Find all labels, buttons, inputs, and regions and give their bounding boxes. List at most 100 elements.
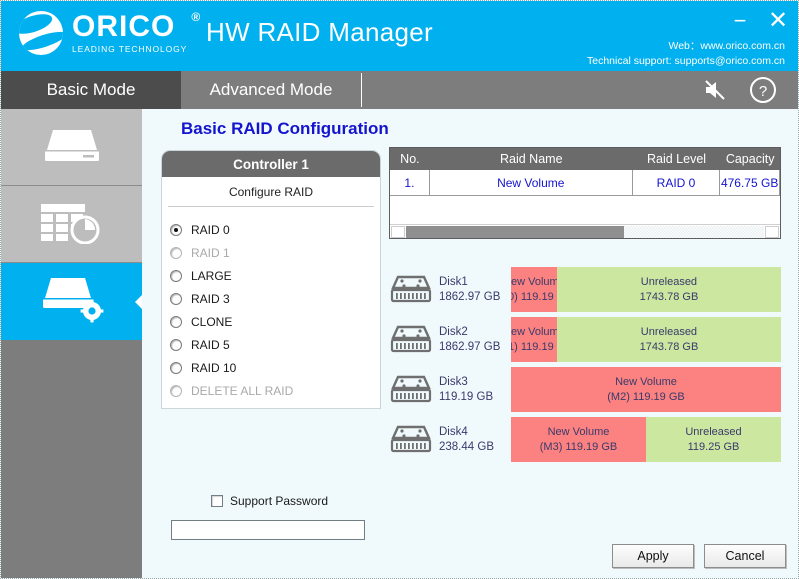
sidebar — [1, 109, 142, 578]
disk-table-chart-icon — [39, 200, 105, 249]
orico-logo-text: ORICO ® LEADING TECHNOLOGY — [72, 9, 200, 55]
disk-segment-free[interactable]: Unreleased 119.25 GB — [646, 417, 781, 462]
support-password-checkbox[interactable]: Support Password — [211, 494, 328, 508]
disk-row: Disk2 1862.97 GB New Volume (M1) 119.19 … — [389, 317, 781, 362]
orico-logo-mark-icon — [19, 11, 63, 55]
disk-segments: New Volume (M1) 119.19 GB Unreleased 174… — [511, 317, 781, 362]
segment-size: (M0) 119.19 GB — [511, 290, 557, 303]
configure-raid-label: Configure RAID — [168, 177, 374, 207]
hard-disk-icon — [389, 325, 433, 355]
cancel-button[interactable]: Cancel — [704, 544, 786, 568]
brand-name: ORICO — [72, 9, 176, 43]
disk-gear-icon — [37, 274, 107, 329]
disk-size: 238.44 GB — [439, 440, 494, 453]
disk-info: Disk4 238.44 GB — [433, 425, 511, 455]
column-header-raid-level: Raid Level — [646, 152, 707, 166]
disk-segment-used[interactable]: New Volume (M1) 119.19 GB — [511, 317, 557, 362]
segment-label: New Volume — [547, 425, 610, 438]
orico-logo: ORICO ® LEADING TECHNOLOGY — [19, 9, 200, 55]
radio-label: RAID 1 — [191, 245, 230, 260]
cell-raid-level: RAID 0 — [632, 170, 721, 196]
sidebar-filler — [1, 340, 142, 578]
app-window: ORICO ® LEADING TECHNOLOGY HW RAID Manag… — [0, 0, 799, 579]
scroll-track[interactable] — [624, 226, 764, 238]
segment-label: New Volume — [615, 375, 677, 388]
disk-segment-used[interactable]: New Volume (M0) 119.19 GB — [511, 267, 557, 312]
cell-no: 1. — [390, 170, 430, 196]
raid-volume-table: No. Raid Name Raid Level Capacity 1. New… — [389, 147, 781, 239]
disk-name: Disk2 — [439, 325, 468, 338]
help-circle-icon[interactable]: ? — [748, 75, 778, 110]
cell-raid-name: New Volume — [429, 170, 633, 196]
apply-button[interactable]: Apply — [612, 544, 694, 568]
tab-advanced-mode[interactable]: Advanced Mode — [182, 71, 360, 109]
segment-label: Unreleased — [685, 425, 742, 438]
radio-button-icon — [170, 269, 182, 282]
segment-label: New Volume — [511, 325, 557, 338]
radio-button-icon — [170, 361, 182, 374]
tab-basic-mode[interactable]: Basic Mode — [1, 71, 181, 109]
disk-size: 119.19 GB — [439, 390, 494, 403]
radio-raid-0[interactable]: RAID 0 — [170, 218, 380, 241]
disk-segment-used[interactable]: New Volume (M2) 119.19 GB — [511, 367, 781, 412]
sidebar-item-statistics[interactable] — [1, 186, 142, 263]
disk-segments: New Volume (M0) 119.19 GB Unreleased 174… — [511, 267, 781, 312]
disk-row: Disk4 238.44 GB New Volume (M3) 119.19 G… — [389, 417, 781, 462]
segment-label: Unreleased — [640, 275, 698, 288]
radio-button-icon — [170, 223, 182, 236]
password-input[interactable] — [171, 520, 365, 540]
radio-button-icon — [170, 315, 182, 328]
radio-button-icon — [170, 384, 182, 397]
radio-raid-1: RAID 1 — [170, 241, 380, 264]
minimize-button[interactable]: − — [728, 9, 752, 33]
support-password-label: Support Password — [230, 494, 329, 508]
radio-raid-3[interactable]: RAID 3 — [170, 287, 380, 310]
disk-segment-used[interactable]: New Volume (M3) 119.19 GB — [511, 417, 646, 462]
svg-text:?: ? — [759, 83, 767, 100]
radio-raid-5[interactable]: RAID 5 — [170, 333, 380, 356]
hard-disk-icon — [389, 375, 433, 405]
radio-label: CLONE — [191, 314, 233, 329]
radio-clone[interactable]: CLONE — [170, 310, 380, 333]
close-button[interactable]: ✕ — [766, 9, 790, 33]
main-content: Basic RAID Configuration Controller 1 Co… — [143, 109, 798, 578]
controller-header: Controller 1 — [162, 151, 380, 177]
tab-divider — [361, 73, 362, 107]
segment-label: New Volume — [511, 275, 557, 288]
segment-size: 119.25 GB — [687, 440, 740, 453]
radio-label: RAID 5 — [191, 337, 230, 352]
contact-info: Web：www.orico.com.cn Technical support: … — [587, 39, 785, 69]
scroll-thumb[interactable] — [406, 226, 624, 238]
radio-label: RAID 0 — [191, 222, 230, 237]
disk-segment-free[interactable]: Unreleased 1743.78 GB — [556, 267, 781, 312]
mode-tab-bar: Basic Mode Advanced Mode ? — [1, 71, 798, 110]
disk-info: Disk3 119.19 GB — [433, 375, 511, 405]
speaker-muted-icon[interactable] — [702, 77, 728, 108]
disk-name: Disk3 — [439, 375, 468, 388]
page-title: Basic RAID Configuration — [181, 119, 389, 138]
hard-disk-icon — [389, 425, 433, 455]
segment-size: 1743.78 GB — [639, 340, 699, 353]
table-horizontal-scrollbar[interactable] — [390, 224, 780, 238]
segment-label: Unreleased — [640, 325, 698, 338]
radio-label: LARGE — [191, 268, 232, 283]
radio-large[interactable]: LARGE — [170, 264, 380, 287]
disk-size: 1862.97 GB — [439, 340, 501, 353]
disk-segment-free[interactable]: Unreleased 1743.78 GB — [556, 317, 781, 362]
segment-size: 1743.78 GB — [639, 290, 699, 303]
scroll-right-button[interactable] — [765, 226, 779, 238]
scroll-left-button[interactable] — [391, 226, 405, 238]
disk-info: Disk1 1862.97 GB — [433, 275, 511, 305]
support-line: Technical support: supports@orico.com.cn — [587, 55, 785, 67]
table-row[interactable]: 1. New Volume RAID 0 476.75 GB — [390, 170, 780, 196]
disk-name: Disk1 — [439, 275, 468, 288]
sidebar-item-raid-config[interactable] — [1, 263, 142, 340]
title-bar: ORICO ® LEADING TECHNOLOGY HW RAID Manag… — [1, 1, 798, 71]
radio-raid-10[interactable]: RAID 10 — [170, 356, 380, 379]
disk-info: Disk2 1862.97 GB — [433, 325, 511, 355]
radio-button-icon — [170, 246, 182, 259]
table-empty-area — [390, 196, 780, 224]
sidebar-item-storage[interactable] — [1, 109, 142, 186]
column-header-raid-name: Raid Name — [500, 152, 563, 166]
disk-name: Disk4 — [439, 425, 468, 438]
